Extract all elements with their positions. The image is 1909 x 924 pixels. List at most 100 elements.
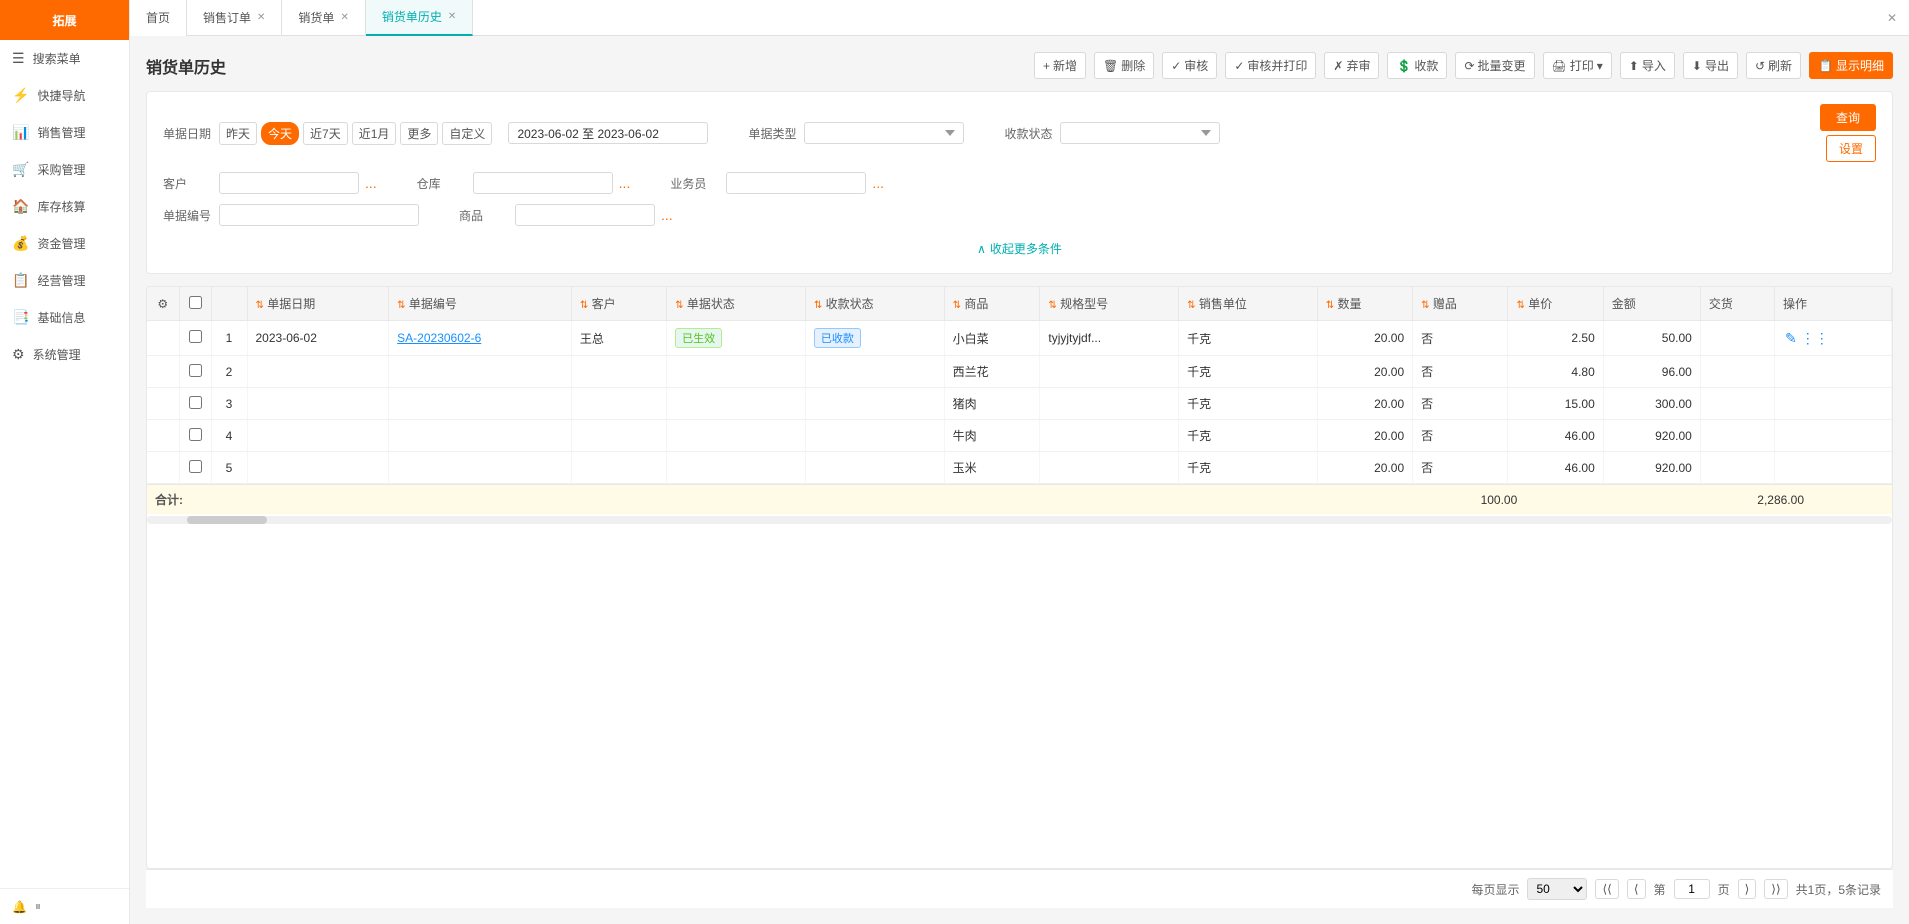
td-checkbox[interactable]: [179, 388, 211, 420]
td-checkbox[interactable]: [179, 452, 211, 484]
td-checkbox[interactable]: [179, 420, 211, 452]
sidebar-item-quick-nav[interactable]: ⚡ 快捷导航: [0, 77, 129, 114]
doc-no-input[interactable]: [219, 204, 419, 226]
tab-sales-delivery-close[interactable]: ✕: [340, 0, 348, 36]
th-doc-date[interactable]: ⇅ 单据日期: [247, 287, 389, 321]
row-checkbox[interactable]: [189, 330, 202, 343]
close-all-tabs[interactable]: ✕: [1875, 11, 1909, 25]
quick-nav-icon: ⚡: [12, 87, 29, 104]
filter-doc-no: 单据编号: [163, 204, 419, 226]
date-btn-today[interactable]: 今天: [261, 122, 299, 145]
th-unit-price[interactable]: ⇅ 单价: [1508, 287, 1603, 321]
date-btn-yesterday[interactable]: 昨天: [219, 122, 257, 145]
row-checkbox[interactable]: [189, 364, 202, 377]
sidebar-item-inventory[interactable]: 🏠 库存核算: [0, 188, 129, 225]
th-customer[interactable]: ⇅ 客户: [571, 287, 666, 321]
tab-sales-order[interactable]: 销售订单 ✕: [187, 0, 282, 36]
set-button[interactable]: 设置: [1826, 135, 1876, 162]
last-page-btn[interactable]: ⟩⟩: [1764, 879, 1787, 899]
scrollbar-thumb[interactable]: [187, 516, 267, 524]
print-button[interactable]: 🖨 打印 ▾: [1543, 52, 1612, 79]
goods-dots[interactable]: ...: [661, 207, 673, 223]
sidebar-item-sales-mgmt[interactable]: 📊 销售管理: [0, 114, 129, 151]
query-button[interactable]: 查询: [1820, 104, 1876, 131]
sidebar-item-purchase-mgmt[interactable]: 🛒 采购管理: [0, 151, 129, 188]
tab-sales-history-close[interactable]: ✕: [448, 0, 456, 35]
th-gift[interactable]: ⇅ 赠品: [1413, 287, 1508, 321]
td-doc-no[interactable]: [389, 388, 572, 420]
td-transaction: [1700, 420, 1774, 452]
tab-sales-order-close[interactable]: ✕: [257, 0, 265, 36]
staff-input[interactable]: [726, 172, 866, 194]
batch-change-button[interactable]: ⟳ 批量变更: [1455, 52, 1534, 79]
review-button[interactable]: ✓ 审核: [1162, 52, 1217, 79]
sidebar: 拓展 ☰ 搜索菜单 ⚡ 快捷导航 📊 销售管理 🛒 采购管理 🏠 库存核算 💰 …: [0, 0, 130, 924]
warehouse-dots[interactable]: ...: [619, 175, 631, 191]
th-amount[interactable]: 金额: [1603, 287, 1700, 321]
select-all-checkbox[interactable]: [189, 296, 202, 309]
doc-type-select[interactable]: [804, 122, 964, 144]
td-amount: 920.00: [1603, 452, 1700, 484]
payment-status-select[interactable]: [1060, 122, 1220, 144]
date-btn-7days[interactable]: 近7天: [303, 122, 348, 145]
tab-sales-delivery[interactable]: 销货单 ✕: [282, 0, 365, 36]
th-settings[interactable]: ⚙: [147, 287, 179, 321]
export-button[interactable]: ⬇ 导出: [1683, 52, 1738, 79]
show-detail-button[interactable]: 📋 显示明细: [1809, 52, 1893, 79]
date-btn-more[interactable]: 更多: [400, 122, 438, 145]
td-doc-no[interactable]: [389, 356, 572, 388]
staff-dots[interactable]: ...: [872, 175, 884, 191]
th-qty[interactable]: ⇅ 数量: [1317, 287, 1412, 321]
sidebar-item-search-menu[interactable]: ☰ 搜索菜单: [0, 40, 129, 77]
next-page-btn[interactable]: ⟩: [1738, 879, 1757, 899]
th-payment-status[interactable]: ⇅ 收款状态: [805, 287, 944, 321]
td-doc-no[interactable]: [389, 452, 572, 484]
customer-input[interactable]: [219, 172, 359, 194]
delete-button[interactable]: 🗑 删除: [1094, 52, 1154, 79]
sidebar-item-sys-mgmt[interactable]: ⚙ 系统管理: [0, 336, 129, 373]
date-btn-1month[interactable]: 近1月: [352, 122, 397, 145]
collapse-filter-btn[interactable]: ∧ 收起更多条件: [163, 236, 1876, 261]
add-button[interactable]: + 新增: [1034, 52, 1086, 79]
warehouse-input[interactable]: [473, 172, 613, 194]
tab-home[interactable]: 首页: [130, 0, 187, 36]
prev-page-btn[interactable]: ⟨: [1627, 879, 1646, 899]
td-doc-no[interactable]: [389, 420, 572, 452]
td-checkbox[interactable]: [179, 356, 211, 388]
th-doc-status[interactable]: ⇅ 单据状态: [667, 287, 806, 321]
collect-button[interactable]: 💲 收款: [1387, 52, 1447, 79]
refresh-button[interactable]: ↺ 刷新: [1746, 52, 1801, 79]
th-spec[interactable]: ⇅ 规格型号: [1040, 287, 1179, 321]
th-goods[interactable]: ⇅ 商品: [944, 287, 1040, 321]
row-checkbox[interactable]: [189, 428, 202, 441]
td-action: [1774, 452, 1891, 484]
th-checkbox[interactable]: [179, 287, 211, 321]
sidebar-bottom-icon2[interactable]: ⏸: [35, 899, 41, 914]
abandon-button[interactable]: ✗ 弃审: [1324, 52, 1379, 79]
first-page-btn[interactable]: ⟨⟨: [1595, 879, 1618, 899]
th-sales-unit[interactable]: ⇅ 销售单位: [1179, 287, 1318, 321]
horizontal-scrollbar[interactable]: [147, 516, 1892, 524]
date-range-input[interactable]: [508, 122, 708, 144]
sidebar-bottom-icon1[interactable]: 🔔: [12, 900, 27, 914]
date-quick-btns: 昨天 今天 近7天 近1月 更多 自定义: [219, 122, 492, 145]
td-checkbox[interactable]: [179, 321, 211, 356]
th-transaction[interactable]: 交货: [1700, 287, 1774, 321]
row-checkbox[interactable]: [189, 396, 202, 409]
goods-input[interactable]: [515, 204, 655, 226]
edit-btn[interactable]: ✎: [1785, 330, 1797, 346]
customer-dots[interactable]: ...: [365, 175, 377, 191]
date-btn-custom[interactable]: 自定义: [442, 122, 492, 145]
sidebar-item-operation[interactable]: 📋 经营管理: [0, 262, 129, 299]
th-doc-no[interactable]: ⇅ 单据编号: [389, 287, 572, 321]
td-doc-no[interactable]: SA-20230602-6: [389, 321, 572, 356]
more-btn[interactable]: ⋮⋮: [1801, 330, 1829, 346]
row-checkbox[interactable]: [189, 460, 202, 473]
per-page-select[interactable]: 50 100 200: [1527, 878, 1587, 900]
page-number-input[interactable]: [1674, 879, 1710, 899]
review-print-button[interactable]: ✓ 审核并打印: [1225, 52, 1316, 79]
import-button[interactable]: ⬆ 导入: [1620, 52, 1675, 79]
sidebar-item-finance[interactable]: 💰 资金管理: [0, 225, 129, 262]
tab-sales-history[interactable]: 销货单历史 ✕: [366, 0, 473, 36]
sidebar-item-basic-info[interactable]: 📑 基础信息: [0, 299, 129, 336]
